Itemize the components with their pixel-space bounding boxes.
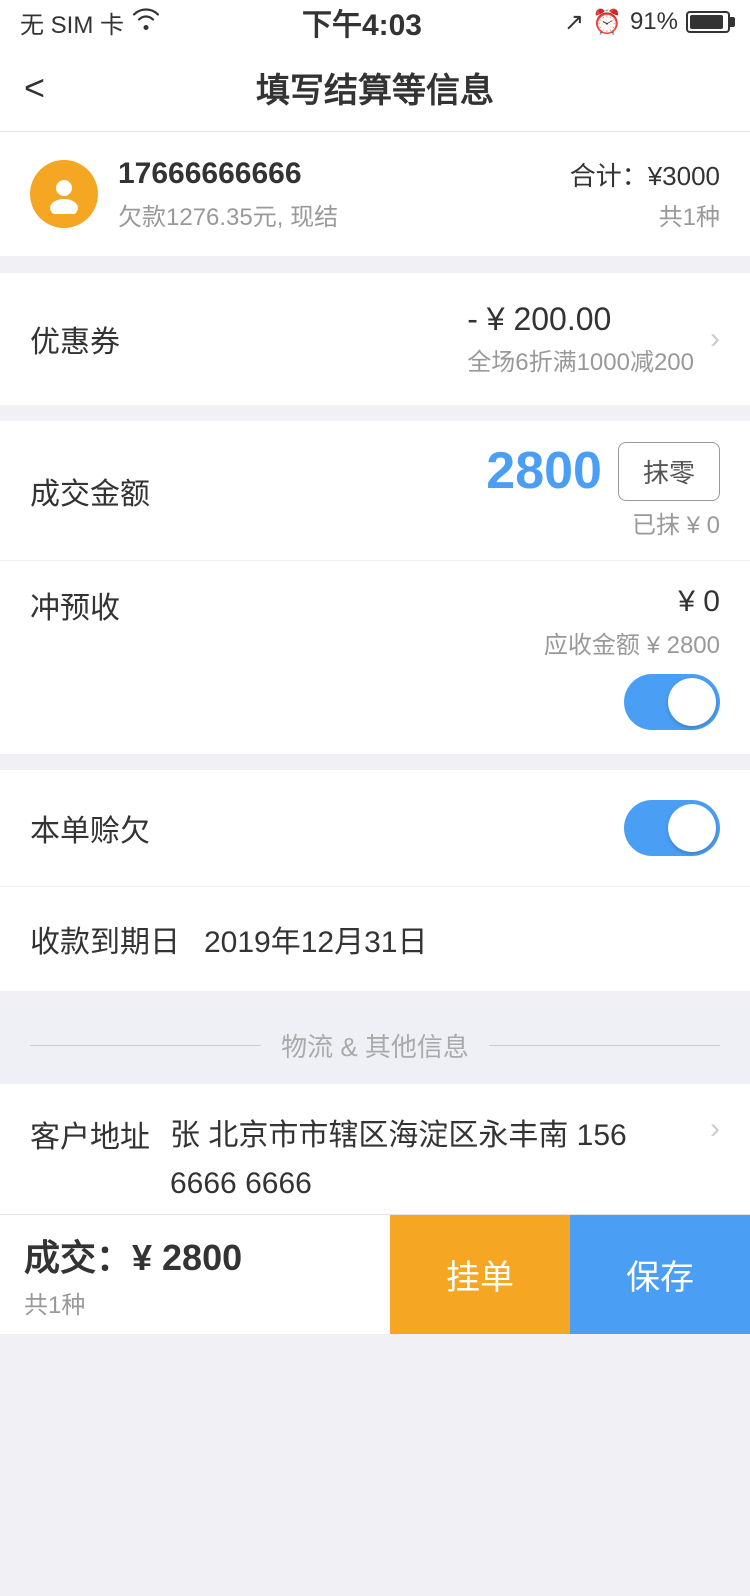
customer-details: 17666666666 欠款1276.35元, 现结 — [118, 157, 338, 232]
bottom-amount: ¥ 2800 — [132, 1237, 242, 1278]
address-chevron-icon: › — [710, 1112, 720, 1146]
bottom-bar: 成交：¥ 2800 共1种 挂单 保存 — [0, 1214, 750, 1334]
coupon-label: 优惠券 — [30, 317, 120, 361]
coupon-desc: 全场6折满1000减200 — [467, 342, 694, 377]
due-date-label: 收款到期日 — [30, 917, 180, 961]
credit-toggle[interactable] — [624, 800, 720, 856]
amount-row: 成交金额 2800 抹零 已抹 ¥ 0 — [0, 421, 750, 560]
nav-bar: < 填写结算等信息 — [0, 44, 750, 132]
status-bar: 无 SIM 卡 下午4:03 ↗ ⏰ 91% — [0, 0, 750, 44]
status-time: 下午4:03 — [302, 0, 422, 44]
hold-button[interactable]: 挂单 — [390, 1215, 570, 1334]
section-divider-1 — [0, 405, 750, 421]
status-left: 无 SIM 卡 — [20, 5, 160, 40]
prepay-toggle[interactable] — [624, 674, 720, 730]
back-button[interactable]: < — [24, 67, 45, 109]
battery-icon — [686, 11, 730, 33]
avatar — [30, 160, 98, 228]
customer-debt: 欠款1276.35元, 现结 — [118, 197, 338, 232]
amount-value: 2800 — [486, 441, 602, 501]
coupon-chevron-icon: › — [710, 322, 720, 356]
bottom-summary: 成交：¥ 2800 共1种 — [0, 1215, 390, 1334]
location-icon: ↗ — [564, 8, 584, 37]
section-divider-2 — [0, 754, 750, 770]
page-title: 填写结算等信息 — [256, 63, 494, 112]
credit-label: 本单赊欠 — [30, 806, 150, 850]
customer-total: 合计：¥3000 共1种 — [570, 156, 720, 232]
customer-phone: 17666666666 — [118, 157, 338, 191]
customer-info-row: 17666666666 欠款1276.35元, 现结 合计：¥3000 共1种 — [0, 132, 750, 257]
section-divider-3 — [0, 991, 750, 1007]
status-right: ↗ ⏰ 91% — [564, 8, 730, 37]
credit-row: 本单赊欠 — [0, 770, 750, 886]
bottom-label: 成交： — [24, 1237, 132, 1278]
no-sim-label: 无 SIM 卡 — [20, 5, 124, 40]
due-date-value: 2019年12月31日 — [204, 917, 427, 961]
bottom-summary-amount: 成交：¥ 2800 — [24, 1229, 366, 1281]
round-button[interactable]: 抹零 — [618, 442, 720, 501]
logistics-header: 物流 & 其他信息 — [0, 1007, 750, 1084]
save-button[interactable]: 保存 — [570, 1215, 750, 1334]
scroll-spacer — [0, 1436, 750, 1596]
address-label: 客户地址 — [30, 1112, 150, 1156]
address-value: 张 北京市市辖区海淀区永丰南 156 6666 6666 — [170, 1112, 700, 1208]
alarm-icon: ⏰ — [592, 8, 622, 37]
prepay-toggle-knob — [668, 678, 716, 726]
amount-label: 成交金额 — [30, 469, 150, 513]
due-date-row: 收款到期日 2019年12月31日 — [0, 886, 750, 991]
prepay-sub: 应收金额 ¥ 2800 — [544, 625, 720, 660]
prepay-label: 冲预收 — [30, 585, 120, 633]
total-label: 合计：¥3000 — [570, 156, 720, 193]
coupon-row[interactable]: 优惠券 - ¥ 200.00 全场6折满1000减200 › — [0, 273, 750, 405]
prepay-row: 冲预收 ¥ 0 应收金额 ¥ 2800 — [0, 560, 750, 754]
logistics-title: 物流 & 其他信息 — [281, 1027, 469, 1064]
amount-sub: 已抹 ¥ 0 — [486, 505, 720, 540]
credit-toggle-knob — [668, 804, 716, 852]
coupon-discount: - ¥ 200.00 — [467, 301, 694, 338]
battery-percent: 91% — [630, 8, 678, 36]
wifi-icon — [132, 8, 160, 37]
customer-left: 17666666666 欠款1276.35元, 现结 — [30, 157, 338, 232]
prepay-amount: ¥ 0 — [678, 585, 720, 619]
total-count: 共1种 — [570, 197, 720, 232]
bottom-count: 共1种 — [24, 1285, 366, 1320]
